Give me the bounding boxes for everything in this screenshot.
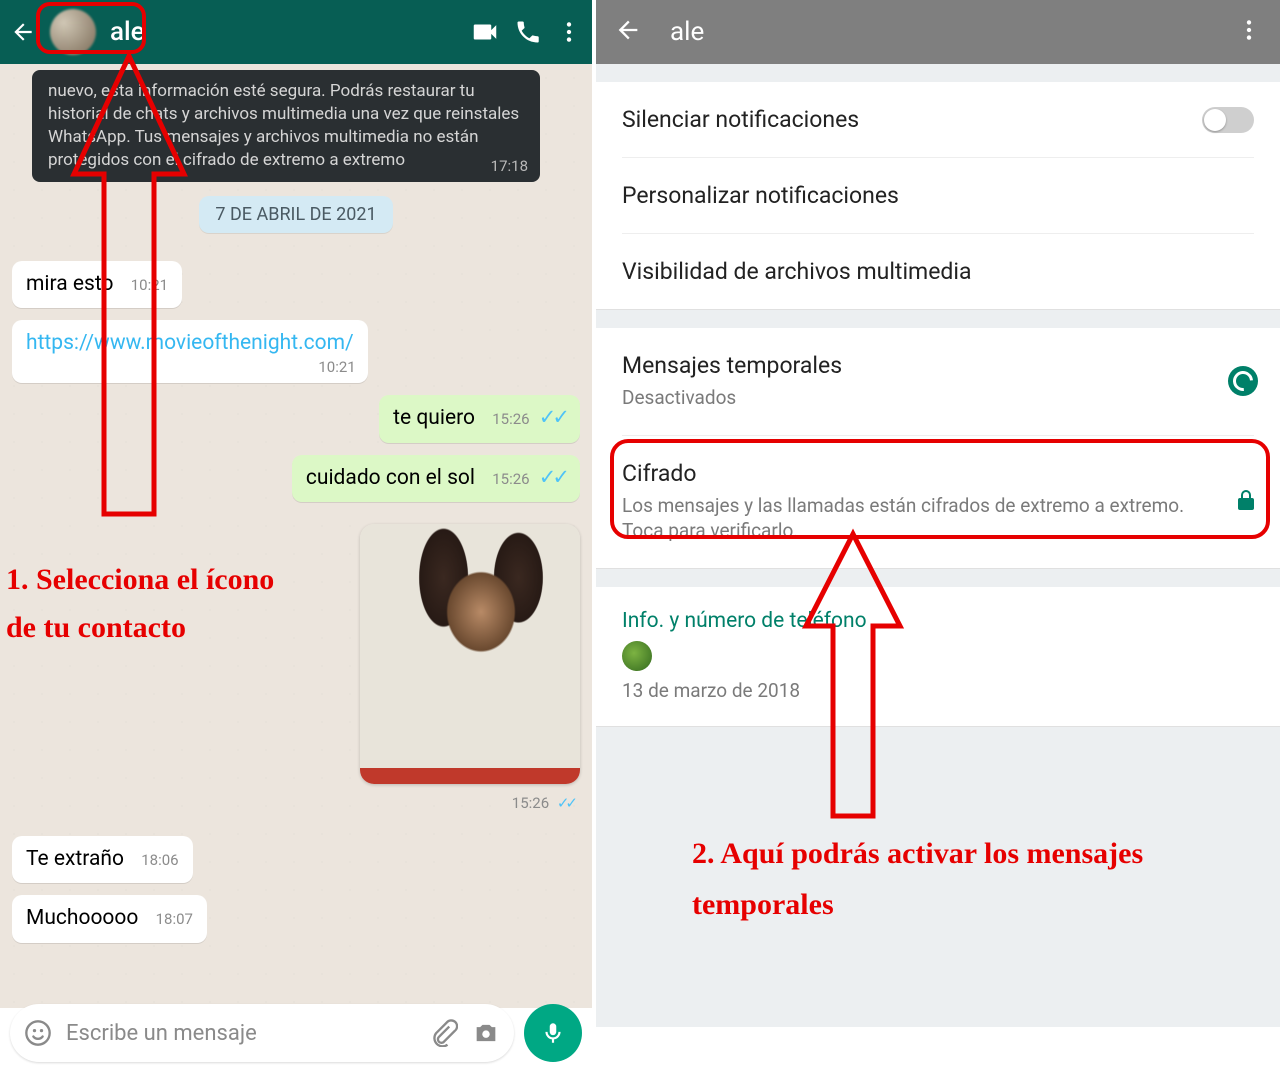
row-mute-notifications[interactable]: Silenciar notificaciones bbox=[596, 82, 1280, 157]
date-separator: 7 DE ABRIL DE 2021 bbox=[199, 196, 392, 233]
row-label: Cifrado bbox=[622, 460, 697, 487]
message-time: 10:21 bbox=[318, 358, 355, 378]
row-subtitle: Desactivados bbox=[622, 385, 796, 411]
row-encryption[interactable]: Cifrado Los mensajes y las llamadas está… bbox=[596, 436, 1280, 568]
more-icon[interactable] bbox=[556, 19, 582, 45]
camera-icon[interactable] bbox=[472, 1019, 500, 1047]
timer-icon bbox=[1228, 366, 1258, 396]
row-label: Personalizar notificaciones bbox=[622, 182, 1254, 209]
section-title: Info. y número de teléfono bbox=[596, 587, 1280, 635]
system-message-time: 17:18 bbox=[491, 156, 528, 176]
message-out[interactable]: cuidado con el sol 15:26 ✓✓ bbox=[292, 455, 580, 502]
message-time: 18:06 bbox=[141, 851, 178, 869]
status-emoji-icon bbox=[622, 641, 652, 671]
more-icon[interactable] bbox=[1236, 17, 1262, 47]
message-in[interactable]: Te extraño 18:06 bbox=[12, 836, 193, 883]
message-text: Te extraño bbox=[26, 847, 124, 871]
row-label: Visibilidad de archivos multimedia bbox=[622, 258, 1254, 285]
row-media-visibility[interactable]: Visibilidad de archivos multimedia bbox=[596, 234, 1280, 309]
info-date: 13 de marzo de 2018 bbox=[596, 675, 1280, 726]
row-label: Silenciar notificaciones bbox=[622, 106, 1186, 133]
voice-call-icon[interactable] bbox=[514, 18, 542, 46]
chat-body[interactable]: nuevo, esta información esté segura. Pod… bbox=[0, 64, 592, 1008]
info-body[interactable]: Silenciar notificaciones Personalizar no… bbox=[596, 64, 1280, 1027]
video-call-icon[interactable] bbox=[470, 17, 500, 47]
message-link[interactable]: https://www.movieofthenight.com/ bbox=[26, 331, 354, 355]
sticker-image[interactable] bbox=[360, 524, 580, 784]
message-text: cuidado con el sol bbox=[306, 466, 475, 490]
row-subtitle: Los mensajes y las llamadas están cifrad… bbox=[622, 493, 1254, 544]
message-in-link[interactable]: https://www.movieofthenight.com/ 10:21 bbox=[12, 320, 368, 383]
row-disappearing-messages[interactable]: Mensajes temporales Desactivados bbox=[596, 328, 1280, 435]
message-text: mira esto bbox=[26, 272, 113, 296]
read-ticks-icon: ✓✓ bbox=[539, 406, 566, 430]
read-ticks-icon: ✓✓ bbox=[539, 466, 566, 490]
system-message: nuevo, esta información esté segura. Pod… bbox=[32, 70, 540, 182]
read-ticks-icon: ✓✓ bbox=[557, 794, 574, 812]
message-input[interactable]: Escribe un mensaje bbox=[10, 1004, 514, 1062]
message-text: te quiero bbox=[393, 406, 475, 430]
back-icon[interactable] bbox=[10, 19, 36, 45]
row-label: Mensajes temporales bbox=[622, 352, 842, 379]
message-in[interactable]: mira esto 10:21 bbox=[12, 261, 182, 308]
input-placeholder: Escribe un mensaje bbox=[66, 1021, 416, 1046]
mic-button[interactable] bbox=[524, 1004, 582, 1062]
message-out[interactable]: te quiero 15:26 ✓✓ bbox=[379, 395, 580, 442]
toggle-switch[interactable] bbox=[1202, 107, 1254, 133]
chat-screen: ale nuevo, esta información esté segura.… bbox=[0, 0, 596, 1078]
message-text: Muchooooo bbox=[26, 906, 138, 930]
attach-icon[interactable] bbox=[430, 1019, 458, 1047]
message-time: 15:26 bbox=[492, 410, 529, 428]
section-phone-info[interactable]: Info. y número de teléfono 13 de marzo d… bbox=[596, 587, 1280, 727]
contact-avatar[interactable] bbox=[50, 9, 96, 55]
message-time: 10:21 bbox=[131, 276, 168, 294]
contact-name[interactable]: ale bbox=[110, 17, 456, 47]
emoji-icon[interactable] bbox=[24, 1019, 52, 1047]
message-in[interactable]: Muchooooo 18:07 bbox=[12, 895, 207, 942]
info-header: ale bbox=[596, 0, 1280, 64]
info-title: ale bbox=[670, 17, 1208, 47]
sticker-time-row: 15:26 ✓✓ bbox=[12, 794, 574, 812]
message-time: 15:26 bbox=[492, 470, 529, 488]
contact-info-screen: ale Silenciar notificaciones Personaliza… bbox=[596, 0, 1280, 1078]
message-time: 18:07 bbox=[156, 910, 193, 928]
lock-icon bbox=[1234, 486, 1258, 518]
row-custom-notifications[interactable]: Personalizar notificaciones bbox=[596, 158, 1280, 233]
system-message-text: nuevo, esta información esté segura. Pod… bbox=[48, 81, 519, 170]
chat-input-bar: Escribe un mensaje bbox=[0, 998, 592, 1068]
message-time: 15:26 bbox=[512, 794, 549, 812]
back-icon[interactable] bbox=[614, 16, 642, 48]
chat-header: ale bbox=[0, 0, 592, 64]
